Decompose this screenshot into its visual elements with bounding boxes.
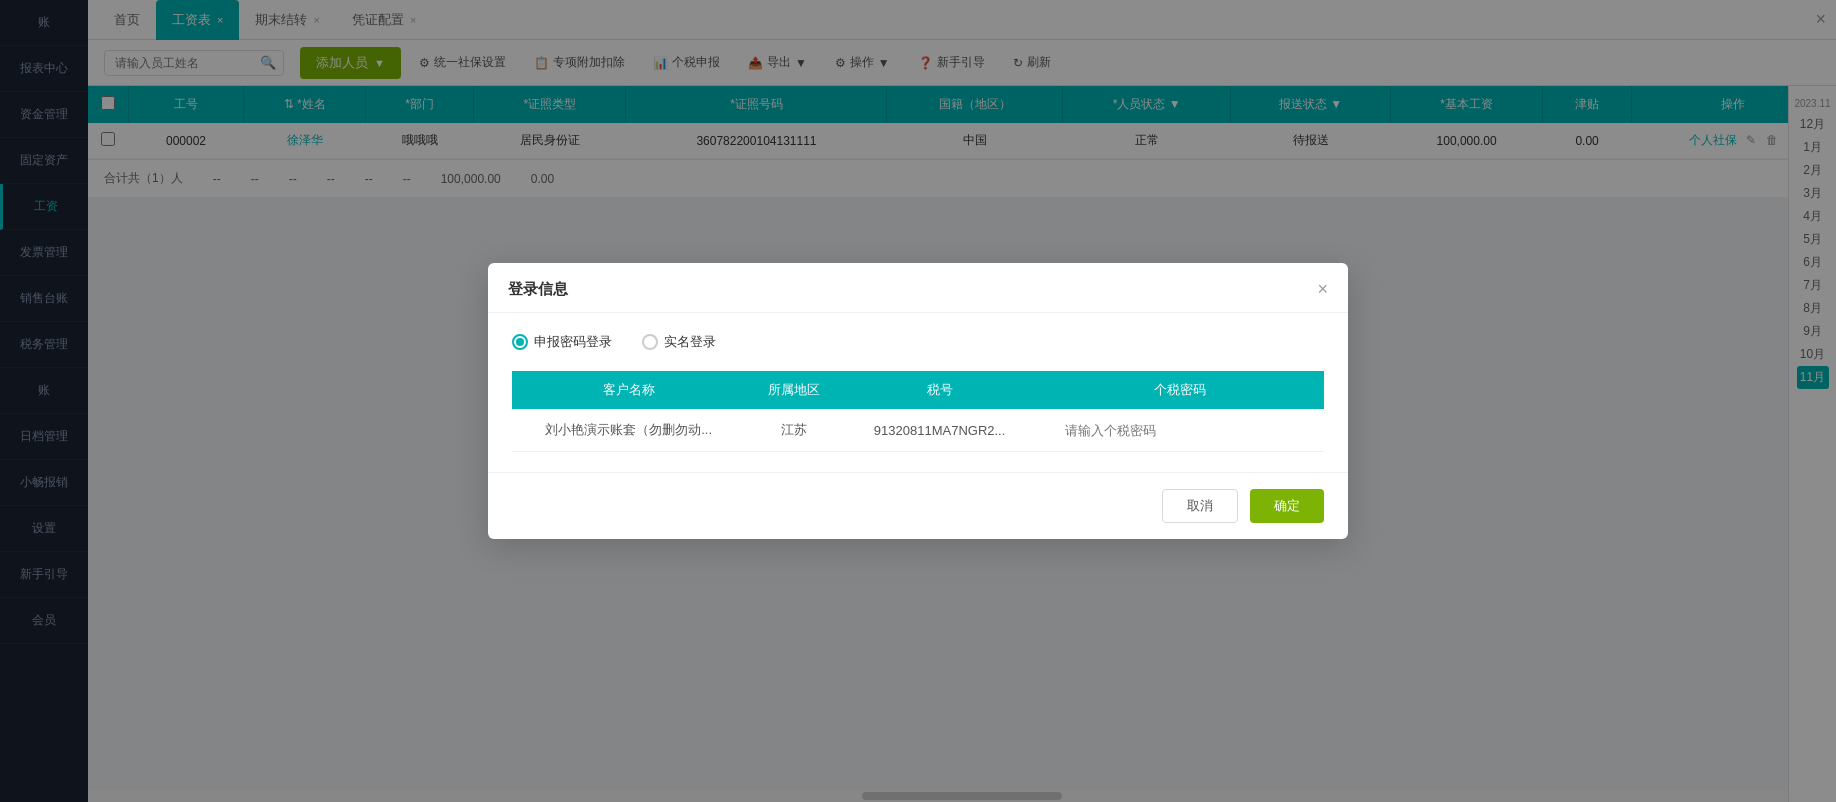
dialog-col-password: 个税密码: [1035, 371, 1324, 409]
tax-password-input[interactable]: [1065, 423, 1265, 438]
dialog-row-taxid: 91320811MA7NGR2...: [844, 409, 1036, 452]
dialog-row-region: 江苏: [745, 409, 844, 452]
cancel-button[interactable]: 取消: [1162, 489, 1238, 523]
dialog-col-region: 所属地区: [745, 371, 844, 409]
dialog-title: 登录信息: [508, 280, 568, 299]
dialog-col-taxid: 税号: [844, 371, 1036, 409]
login-type-radio-group: 申报密码登录 实名登录: [512, 333, 1324, 351]
dialog-footer: 取消 确定: [488, 472, 1348, 539]
radio-realname-circle: [642, 334, 658, 350]
dialog-header: 登录信息 ×: [488, 263, 1348, 313]
confirm-button[interactable]: 确定: [1250, 489, 1324, 523]
radio-realname-login[interactable]: 实名登录: [642, 333, 716, 351]
dialog-body: 申报密码登录 实名登录 客户名称 所属地区 税号 个税密码 刘小艳演示账套（勿删…: [488, 313, 1348, 472]
radio-password-circle: [512, 334, 528, 350]
dialog-table-row: 刘小艳演示账套（勿删勿动... 江苏 91320811MA7NGR2...: [512, 409, 1324, 452]
login-dialog: 登录信息 × 申报密码登录 实名登录 客户名称 所属地区 税号 个税密码: [488, 263, 1348, 539]
dialog-col-name: 客户名称: [512, 371, 745, 409]
radio-realname-label: 实名登录: [664, 333, 716, 351]
radio-password-login[interactable]: 申报密码登录: [512, 333, 612, 351]
dialog-close-icon[interactable]: ×: [1317, 279, 1328, 300]
radio-password-label: 申报密码登录: [534, 333, 612, 351]
dialog-row-name: 刘小艳演示账套（勿删勿动...: [512, 409, 745, 452]
dialog-row-password-cell[interactable]: [1035, 409, 1324, 452]
dialog-table-header: 客户名称 所属地区 税号 个税密码: [512, 371, 1324, 409]
login-info-table: 客户名称 所属地区 税号 个税密码 刘小艳演示账套（勿删勿动... 江苏 913…: [512, 371, 1324, 452]
